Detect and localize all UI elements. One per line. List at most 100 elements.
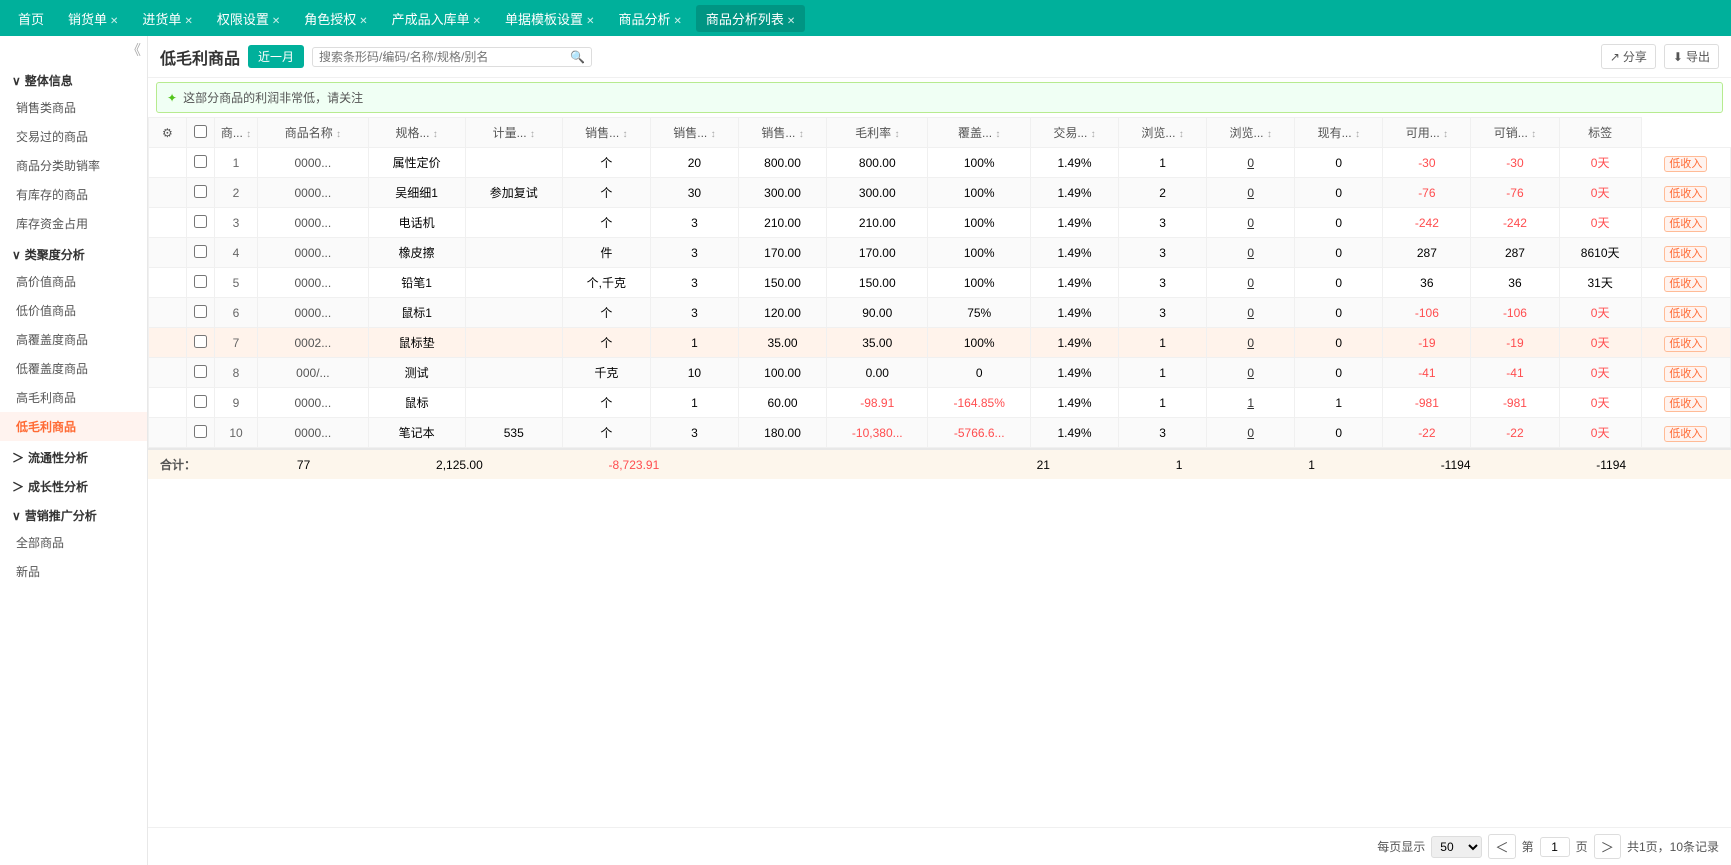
date-filter-button[interactable]: 近一月 bbox=[248, 45, 304, 68]
col-stock-current[interactable]: 现有... ↕ bbox=[1295, 118, 1383, 148]
search-input[interactable] bbox=[319, 50, 566, 64]
cell-settings bbox=[149, 178, 187, 208]
nav-sales-order[interactable]: 销货单✕ bbox=[58, 5, 128, 32]
table-row[interactable]: 3 0000... 电话机 个 3 210.00 210.00 100% 1.4… bbox=[149, 208, 1731, 238]
cell-spec bbox=[465, 358, 562, 388]
row-checkbox-3[interactable] bbox=[194, 245, 207, 258]
nav-home[interactable]: 首页 bbox=[8, 5, 54, 32]
share-button[interactable]: ↗ 分享 bbox=[1601, 44, 1656, 69]
col-sales-profit[interactable]: 销售... ↕ bbox=[738, 118, 826, 148]
table-row[interactable]: 8 000/... 测试 千克 10 100.00 0.00 0 1.49% 1… bbox=[149, 358, 1731, 388]
next-page-button[interactable]: ＞ bbox=[1594, 834, 1621, 859]
nav-product-inbound[interactable]: 产成品入库单✕ bbox=[382, 5, 491, 32]
col-settings[interactable]: ⚙ bbox=[149, 118, 187, 148]
col-trade[interactable]: 交易... ↕ bbox=[1030, 118, 1118, 148]
cell-view1[interactable]: 0 bbox=[1207, 298, 1295, 328]
nav-role-auth[interactable]: 角色授权✕ bbox=[294, 5, 377, 32]
nav-purchase-order[interactable]: 进货单✕ bbox=[132, 5, 202, 32]
sidebar-item-in-stock[interactable]: 有库存的商品 bbox=[0, 180, 147, 209]
nav-close-permissions[interactable]: ✕ bbox=[272, 16, 280, 27]
row-checkbox-6[interactable] bbox=[194, 335, 207, 348]
col-sales-qty[interactable]: 销售... ↕ bbox=[562, 118, 650, 148]
nav-product-analysis[interactable]: 商品分析✕ bbox=[608, 5, 691, 32]
cell-sales-profit: 170.00 bbox=[827, 238, 928, 268]
col-stock-available[interactable]: 可用... ↕ bbox=[1383, 118, 1471, 148]
row-checkbox-4[interactable] bbox=[194, 275, 207, 288]
sidebar-item-high-coverage[interactable]: 高覆盖度商品 bbox=[0, 325, 147, 354]
table-row[interactable]: 6 0000... 鼠标1 个 3 120.00 90.00 75% 1.49%… bbox=[149, 298, 1731, 328]
nav-permissions[interactable]: 权限设置✕ bbox=[207, 5, 290, 32]
table-row[interactable]: 2 0000... 吴细细1 参加复试 个 30 300.00 300.00 1… bbox=[149, 178, 1731, 208]
cell-view1[interactable]: 0 bbox=[1207, 238, 1295, 268]
nav-analysis-list[interactable]: 商品分析列表✕ bbox=[696, 5, 805, 32]
sidebar-item-all-products[interactable]: 全部商品 bbox=[0, 528, 147, 557]
col-coverage[interactable]: 覆盖... ↕ bbox=[928, 118, 1030, 148]
search-icon[interactable]: 🔍 bbox=[570, 50, 585, 64]
cell-view1[interactable]: 0 bbox=[1207, 148, 1295, 178]
page-number-input[interactable] bbox=[1540, 837, 1570, 857]
nav-close-purchase[interactable]: ✕ bbox=[184, 16, 192, 27]
footer-sales-price: 2,125.00 bbox=[436, 458, 483, 472]
sidebar-item-category-assist[interactable]: 商品分类助销率 bbox=[0, 151, 147, 180]
col-name[interactable]: 商品名称 ↕ bbox=[258, 118, 368, 148]
sidebar-item-stock-capital[interactable]: 库存资金占用 bbox=[0, 209, 147, 238]
col-spec[interactable]: 规格... ↕ bbox=[368, 118, 465, 148]
sidebar-item-new-products[interactable]: 新品 bbox=[0, 557, 147, 586]
cell-sales-profit: 210.00 bbox=[827, 208, 928, 238]
cell-checkbox bbox=[186, 388, 214, 418]
col-unit[interactable]: 计量... ↕ bbox=[465, 118, 562, 148]
cell-view1[interactable]: 0 bbox=[1207, 178, 1295, 208]
nav-close-analysis-list[interactable]: ✕ bbox=[787, 16, 795, 27]
nav-close-inbound[interactable]: ✕ bbox=[473, 16, 481, 27]
sidebar-group-overall[interactable]: ∨ 整体信息 bbox=[0, 64, 147, 93]
col-gross-margin[interactable]: 毛利率 ↕ bbox=[827, 118, 928, 148]
cell-view1[interactable]: 0 bbox=[1207, 268, 1295, 298]
select-all-checkbox[interactable] bbox=[194, 125, 207, 138]
table-row[interactable]: 5 0000... 铅笔1 个,千克 3 150.00 150.00 100% … bbox=[149, 268, 1731, 298]
sidebar-item-low-value[interactable]: 低价值商品 bbox=[0, 296, 147, 325]
table-row[interactable]: 4 0000... 橡皮擦 件 3 170.00 170.00 100% 1.4… bbox=[149, 238, 1731, 268]
table-row[interactable]: 7 0002... 鼠标垫 个 1 35.00 35.00 100% 1.49%… bbox=[149, 328, 1731, 358]
cell-view1[interactable]: 0 bbox=[1207, 208, 1295, 238]
col-sales-price[interactable]: 销售... ↕ bbox=[650, 118, 738, 148]
nav-close-role[interactable]: ✕ bbox=[359, 16, 367, 27]
sidebar-group-growth[interactable]: ＞ 成长性分析 bbox=[0, 470, 147, 499]
row-checkbox-0[interactable] bbox=[194, 155, 207, 168]
col-view1[interactable]: 浏览... ↕ bbox=[1119, 118, 1207, 148]
sidebar-collapse-btn[interactable]: 《 bbox=[127, 40, 141, 60]
table-row[interactable]: 1 0000... 属性定价 个 20 800.00 800.00 100% 1… bbox=[149, 148, 1731, 178]
sidebar-item-high-margin[interactable]: 高毛利商品 bbox=[0, 383, 147, 412]
sidebar-group-circulation[interactable]: ＞ 流通性分析 bbox=[0, 441, 147, 470]
col-stock-saleable[interactable]: 可销... ↕ bbox=[1471, 118, 1559, 148]
sidebar-item-high-value[interactable]: 高价值商品 bbox=[0, 267, 147, 296]
table-row[interactable]: 9 0000... 鼠标 个 1 60.00 -98.91 -164.85% 1… bbox=[149, 388, 1731, 418]
col-view2[interactable]: 浏览... ↕ bbox=[1207, 118, 1295, 148]
row-checkbox-8[interactable] bbox=[194, 395, 207, 408]
cell-view1[interactable]: 0 bbox=[1207, 418, 1295, 448]
sidebar-item-sales-products[interactable]: 销售类商品 bbox=[0, 93, 147, 122]
nav-close-template[interactable]: ✕ bbox=[586, 16, 594, 27]
sidebar-item-low-margin[interactable]: 低毛利商品 bbox=[0, 412, 147, 441]
export-button[interactable]: ⬇ 导出 bbox=[1664, 44, 1719, 69]
per-page-select[interactable]: 50 100 200 bbox=[1431, 836, 1482, 858]
cell-view1[interactable]: 1 bbox=[1207, 388, 1295, 418]
page-label: 第 bbox=[1522, 838, 1534, 855]
row-checkbox-2[interactable] bbox=[194, 215, 207, 228]
nav-template-settings[interactable]: 单据模板设置✕ bbox=[495, 5, 604, 32]
row-checkbox-5[interactable] bbox=[194, 305, 207, 318]
row-checkbox-9[interactable] bbox=[194, 425, 207, 438]
cell-view1[interactable]: 0 bbox=[1207, 328, 1295, 358]
row-checkbox-1[interactable] bbox=[194, 185, 207, 198]
nav-close-sales-order[interactable]: ✕ bbox=[110, 16, 118, 27]
table-row[interactable]: 10 0000... 笔记本 535 个 3 180.00 -10,380...… bbox=[149, 418, 1731, 448]
row-checkbox-7[interactable] bbox=[194, 365, 207, 378]
col-code[interactable]: 商... ↕ bbox=[214, 118, 257, 148]
cell-view1[interactable]: 0 bbox=[1207, 358, 1295, 388]
nav-close-analysis[interactable]: ✕ bbox=[673, 16, 681, 27]
sidebar-item-low-coverage[interactable]: 低覆盖度商品 bbox=[0, 354, 147, 383]
sidebar-group-cluster[interactable]: ∨ 类聚度分析 bbox=[0, 238, 147, 267]
sidebar-item-traded-products[interactable]: 交易过的商品 bbox=[0, 122, 147, 151]
sidebar-group-marketing[interactable]: ∨ 营销推广分析 bbox=[0, 499, 147, 528]
cell-num: 3 bbox=[214, 208, 257, 238]
prev-page-button[interactable]: ＜ bbox=[1488, 834, 1515, 859]
